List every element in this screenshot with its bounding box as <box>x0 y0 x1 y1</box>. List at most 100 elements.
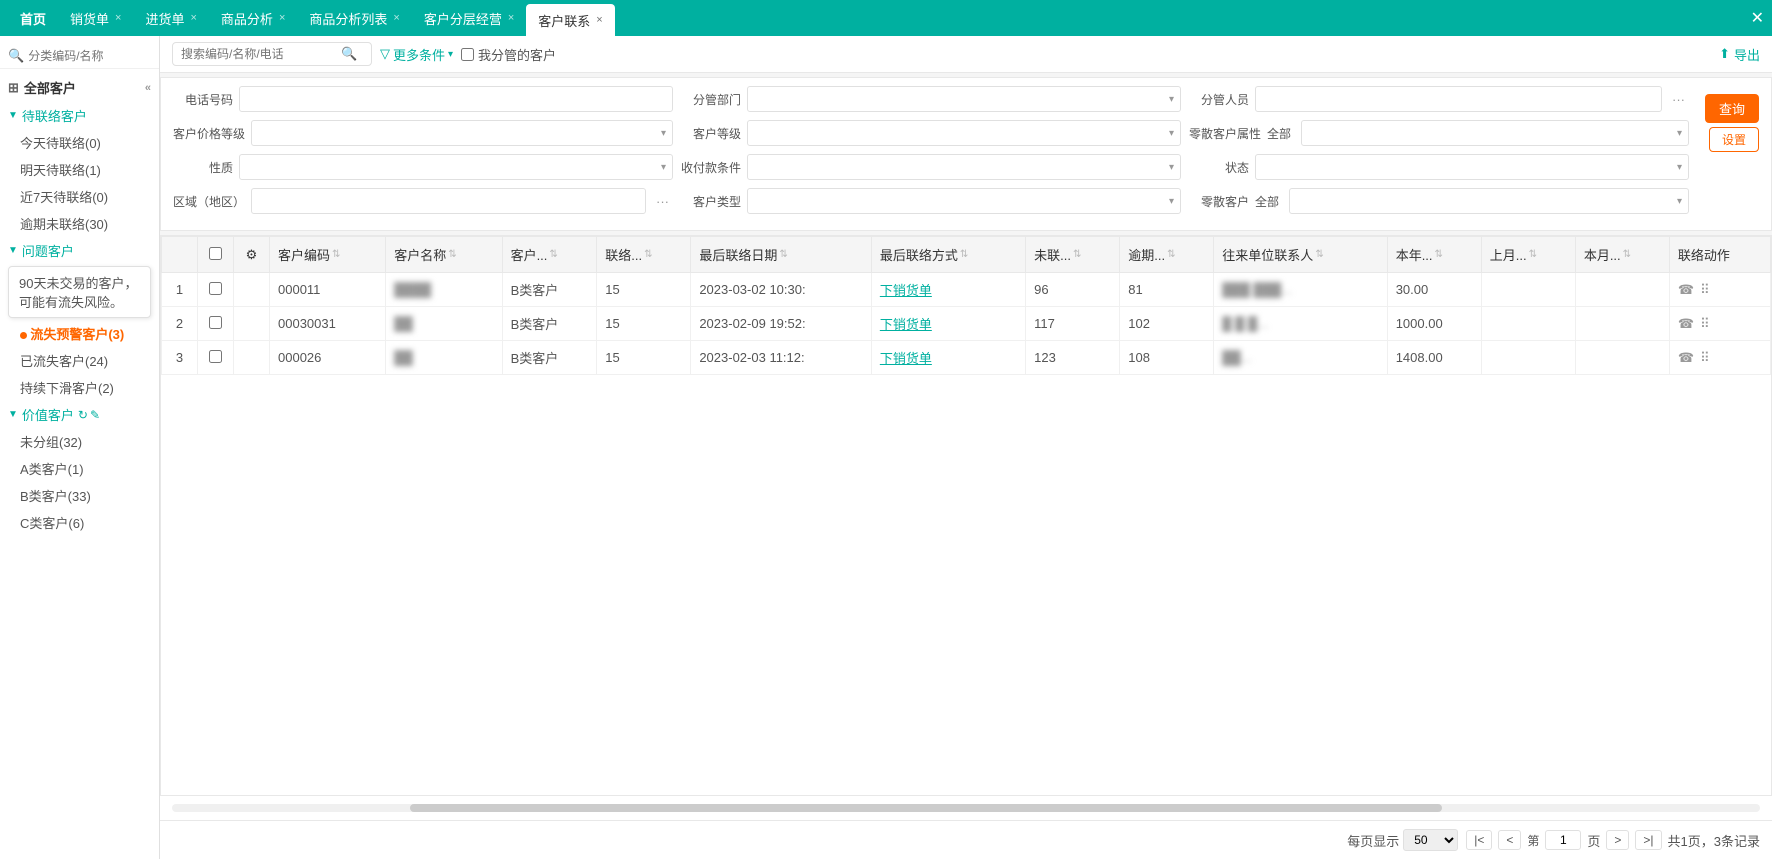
filter-retail-customer-select[interactable]: ▾ <box>1289 188 1689 214</box>
sidebar-item-7days[interactable]: 近7天待联络(0) <box>0 183 159 210</box>
close-tab-product-list[interactable]: × <box>393 12 399 24</box>
close-tab-sales[interactable]: × <box>115 12 121 24</box>
filter-dots-1[interactable]: ··· <box>1668 92 1689 107</box>
sidebar-section-problem[interactable]: ▼ 问题客户 <box>0 237 159 264</box>
sidebar-search-input[interactable] <box>28 49 151 63</box>
last-contact-method-link[interactable]: 下销货单 <box>880 283 932 298</box>
row-checkbox[interactable] <box>209 350 222 363</box>
query-btn[interactable]: 查询 <box>1705 94 1759 123</box>
sort-this-month[interactable]: ⇅ <box>1623 249 1631 260</box>
close-window[interactable]: ✕ <box>1751 8 1764 28</box>
sidebar-section-value[interactable]: ▼ 价值客户 ↻ ✎ <box>0 401 159 428</box>
filter-phone-label: 电话号码 <box>173 91 233 108</box>
sidebar-item-today[interactable]: 今天待联络(0) <box>0 129 159 156</box>
row-overdue: 102 <box>1120 307 1214 341</box>
edit-icon[interactable]: ✎ <box>90 408 100 422</box>
refresh-icon[interactable]: ↻ <box>78 408 88 422</box>
page-input[interactable] <box>1545 830 1581 850</box>
data-table-container: ⚙ 客户编码 ⇅ 客户名称 ⇅ <box>160 235 1772 796</box>
filter-customer-type-select[interactable]: ▾ <box>747 188 1181 214</box>
col-customer-name: 客户名称 ⇅ <box>386 237 502 273</box>
export-btn[interactable]: ⬆ 导出 <box>1719 45 1760 64</box>
sidebar-item-a-class[interactable]: A类客户(1) <box>0 455 159 482</box>
my-customers-checkbox[interactable] <box>461 48 474 61</box>
filter-price-grade-select[interactable]: ▾ <box>251 120 673 146</box>
filter-retail-attr-select[interactable]: ▾ <box>1301 120 1689 146</box>
row-checkbox[interactable] <box>209 282 222 295</box>
page-label: 第 <box>1527 832 1539 849</box>
col-settings[interactable]: ⚙ <box>234 237 270 273</box>
sidebar-item-c-class[interactable]: C类客户(6) <box>0 509 159 536</box>
content-area: 🔍 ▽ 更多条件 ▾ 我分管的客户 ⬆ 导出 <box>160 36 1772 859</box>
sort-last-month[interactable]: ⇅ <box>1529 249 1537 260</box>
contact-icon[interactable]: ☎ <box>1678 316 1694 332</box>
filter-dept-select[interactable]: ▾ <box>747 86 1181 112</box>
search-icon[interactable]: 🔍 <box>341 46 357 62</box>
sidebar-item-b-class[interactable]: B类客户(33) <box>0 482 159 509</box>
close-tab-customer-segment[interactable]: × <box>508 12 514 24</box>
sidebar-item-churned[interactable]: 已流失客户(24) <box>0 347 159 374</box>
tab-product-analysis[interactable]: 商品分析 × <box>209 0 297 36</box>
filter-region-select[interactable] <box>251 188 646 214</box>
close-tab-customer-contact[interactable]: × <box>596 14 602 26</box>
tab-sales[interactable]: 销货单 × <box>58 0 133 36</box>
total-info: 共1页，3条记录 <box>1668 831 1760 850</box>
sidebar-item-tomorrow[interactable]: 明天待联络(1) <box>0 156 159 183</box>
sidebar-item-overdue[interactable]: 逾期未联络(30) <box>0 210 159 237</box>
tab-product-list[interactable]: 商品分析列表 × <box>297 0 411 36</box>
filter-status-select[interactable]: ▾ <box>1255 154 1689 180</box>
tab-purchase[interactable]: 进货单 × <box>133 0 208 36</box>
page-last-btn[interactable]: >| <box>1635 830 1661 850</box>
page-first-btn[interactable]: |< <box>1466 830 1492 850</box>
page-next-btn[interactable]: > <box>1606 830 1629 850</box>
sort-customer-code[interactable]: ⇅ <box>332 249 340 260</box>
sort-last-contact-method[interactable]: ⇅ <box>960 249 968 260</box>
close-tab-purchase[interactable]: × <box>190 12 196 24</box>
table-row: 3 000026 ██ B类客户 15 2023-02-03 11:12: <box>162 341 1771 375</box>
sort-no-contact[interactable]: ⇅ <box>1073 249 1081 260</box>
page-prev-btn[interactable]: < <box>1498 830 1521 850</box>
sidebar-item-declining[interactable]: 持续下滑客户(2) <box>0 374 159 401</box>
row-company-contact: ██... <box>1214 341 1387 375</box>
last-contact-method-link[interactable]: 下销货单 <box>880 317 932 332</box>
sort-customer-type[interactable]: ⇅ <box>549 249 557 260</box>
tab-customer-contact[interactable]: 客户联系 × <box>526 4 614 36</box>
sort-contact[interactable]: ⇅ <box>644 249 652 260</box>
sidebar-all-customers[interactable]: ⊞ 全部客户 « <box>0 73 159 102</box>
settings-btn[interactable]: 设置 <box>1709 127 1759 152</box>
tooltip-churn-risk: 90天未交易的客户，可能有流失风险。 <box>8 266 151 318</box>
tab-home[interactable]: 首页 <box>8 0 58 36</box>
sort-overdue[interactable]: ⇅ <box>1167 249 1175 260</box>
row-last-month <box>1481 273 1575 307</box>
filter-person-select[interactable] <box>1255 86 1662 112</box>
sort-last-contact-date[interactable]: ⇅ <box>779 249 787 260</box>
more-action-icon[interactable]: ⠿ <box>1700 316 1710 332</box>
contact-icon[interactable]: ☎ <box>1678 350 1694 366</box>
filter-payment-select[interactable]: ▾ <box>747 154 1181 180</box>
filter-nature-select[interactable]: ▾ <box>239 154 673 180</box>
tab-customer-segment[interactable]: 客户分层经营 × <box>412 0 526 36</box>
row-customer-name-blurred: ██ <box>394 316 412 331</box>
toolbar-right: ⬆ 导出 <box>1719 45 1760 64</box>
close-tab-product-analysis[interactable]: × <box>279 12 285 24</box>
filter-customer-grade-select[interactable]: ▾ <box>747 120 1181 146</box>
sidebar-item-ungroup[interactable]: 未分组(32) <box>0 428 159 455</box>
search-input[interactable] <box>181 47 341 61</box>
per-page-select[interactable]: 50 100 200 <box>1403 829 1458 851</box>
filter-phone-input[interactable] <box>239 86 673 112</box>
contact-icon[interactable]: ☎ <box>1678 282 1694 298</box>
sort-this-year[interactable]: ⇅ <box>1435 249 1443 260</box>
row-checkbox[interactable] <box>209 316 222 329</box>
sidebar-section-pending[interactable]: ▼ 待联络客户 <box>0 102 159 129</box>
sort-customer-name[interactable]: ⇅ <box>448 249 456 260</box>
more-action-icon[interactable]: ⠿ <box>1700 282 1710 298</box>
last-contact-method-link[interactable]: 下销货单 <box>880 351 932 366</box>
filter-dots-2[interactable]: ··· <box>652 194 673 209</box>
more-conditions-btn[interactable]: ▽ 更多条件 ▾ <box>380 45 453 64</box>
more-action-icon[interactable]: ⠿ <box>1700 350 1710 366</box>
select-all-checkbox[interactable] <box>209 247 222 260</box>
sidebar-item-churn-warning[interactable]: 流失预警客户(3) <box>0 320 159 347</box>
sort-company-contact[interactable]: ⇅ <box>1315 249 1323 260</box>
horizontal-scrollbar[interactable] <box>172 804 1760 812</box>
scrollbar-thumb[interactable] <box>410 804 1442 812</box>
